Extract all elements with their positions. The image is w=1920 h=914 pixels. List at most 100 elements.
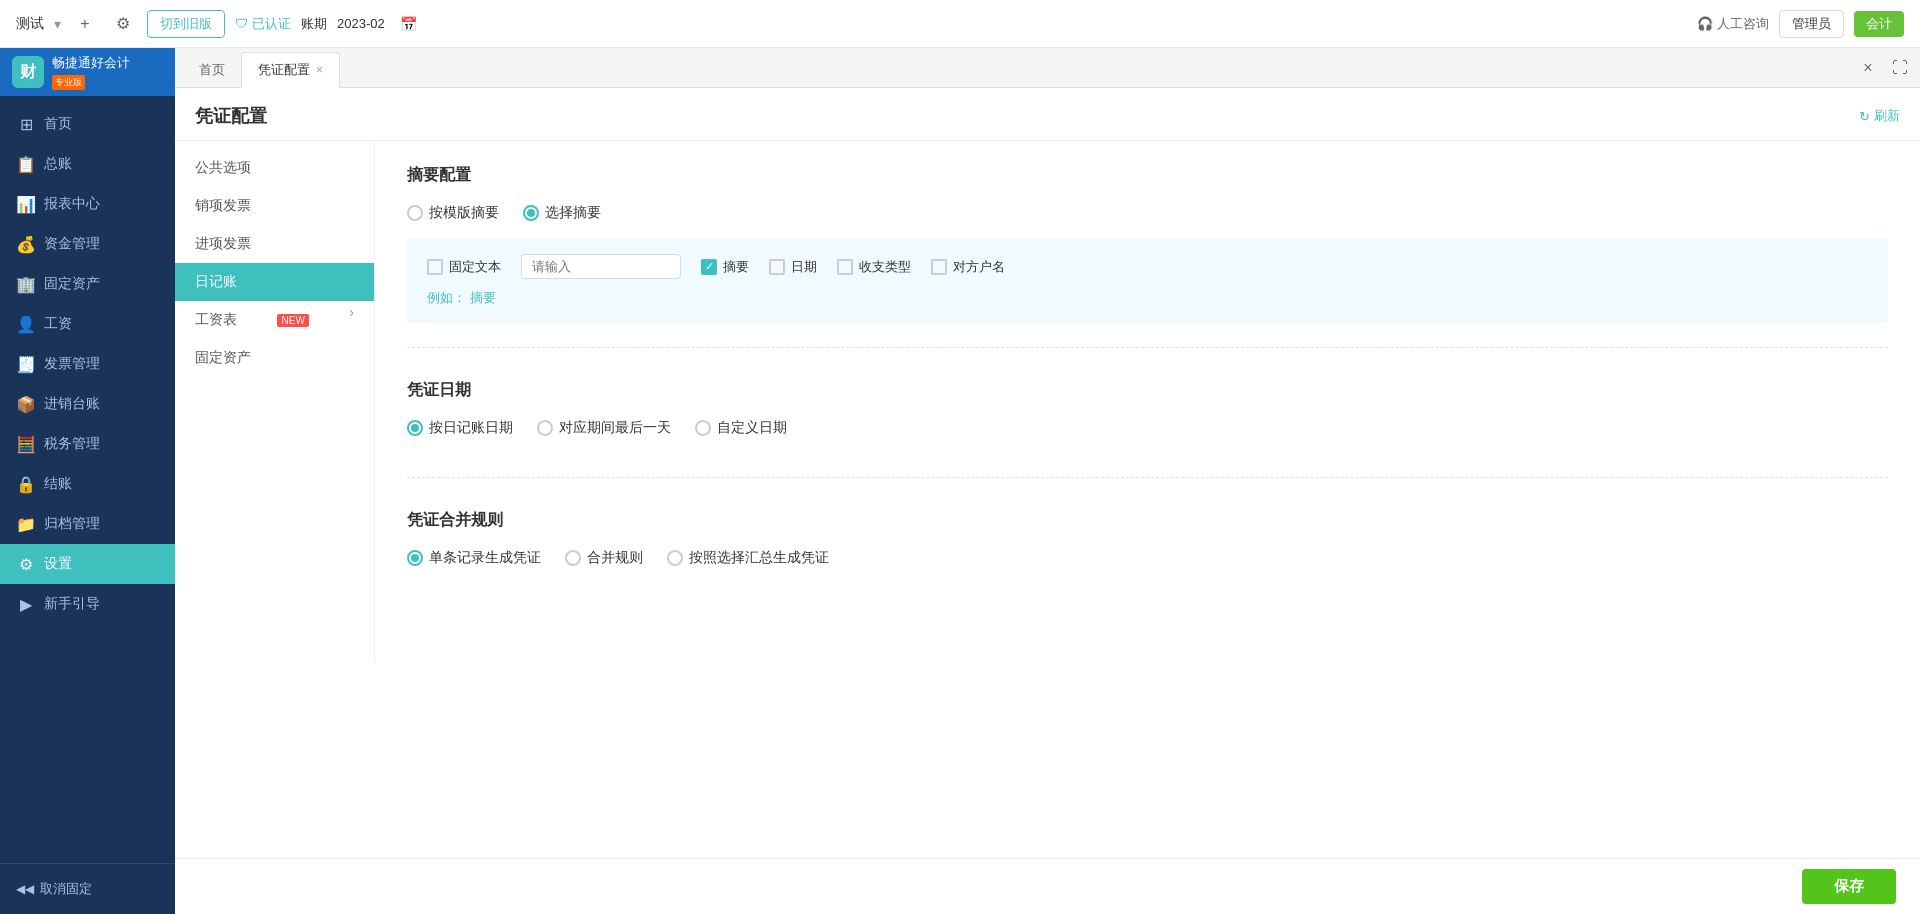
user-button[interactable]: 管理员: [1779, 10, 1844, 38]
sidebar-item-label: 总账: [44, 155, 72, 173]
sidebar-item-reports[interactable]: 📊 报表中心: [0, 184, 175, 224]
tab-home-label: 首页: [199, 61, 225, 79]
voucher-date-title: 凭证日期: [407, 380, 1888, 401]
voucher-date-radio-group: 按日记账日期 对应期间最后一天 自定义日期: [407, 419, 1888, 437]
left-nav-public[interactable]: 公共选项: [175, 149, 374, 187]
sidebar-scroll: ⊞ 首页 📋 总账 📊 报表中心 💰 资金管理 🏢 固定资产 👤 工资: [0, 96, 175, 863]
sidebar-item-sales-ledger[interactable]: 📦 进销台账: [0, 384, 175, 424]
radio-circle-period-last: [537, 420, 553, 436]
sidebar-item-label: 结账: [44, 475, 72, 493]
assets-icon: 🏢: [16, 274, 36, 294]
sidebar-item-home[interactable]: ⊞ 首页: [0, 104, 175, 144]
merge-select-merge-label: 按照选择汇总生成凭证: [689, 549, 829, 567]
voucher-date-period-last-label: 对应期间最后一天: [559, 419, 671, 437]
sidebar-item-label: 工资: [44, 315, 72, 333]
left-nav-journal[interactable]: 日记账: [175, 263, 374, 301]
checkbox-fixed-text[interactable]: 固定文本: [427, 258, 501, 276]
sidebar-item-guide[interactable]: ▶ 新手引导: [0, 584, 175, 624]
left-nav-public-label: 公共选项: [195, 159, 251, 175]
company-title: 测试: [16, 15, 44, 33]
left-nav-fixed-assets-label: 固定资产: [195, 349, 251, 365]
settings-icon: ⚙: [16, 554, 36, 574]
sidebar-item-funds[interactable]: 💰 资金管理: [0, 224, 175, 264]
checkbox-summary[interactable]: 摘要: [701, 258, 749, 276]
sidebar-item-salary[interactable]: 👤 工资: [0, 304, 175, 344]
voucher-date-radio-custom[interactable]: 自定义日期: [695, 419, 787, 437]
close-icon: 🔒: [16, 474, 36, 494]
pin-label: 取消固定: [40, 880, 92, 898]
sidebar-item-ledger[interactable]: 📋 总账: [0, 144, 175, 184]
sidebar-item-archive[interactable]: 📁 归档管理: [0, 504, 175, 544]
logo-icon: 财: [12, 56, 44, 88]
role-button[interactable]: 会计: [1854, 11, 1904, 37]
page-inner: 凭证配置 ↻ 刷新 公共选项 销项发票: [175, 88, 1920, 858]
sidebar-item-label: 资金管理: [44, 235, 100, 253]
pin-button[interactable]: ◀◀ 取消固定: [0, 872, 175, 906]
checkbox-income-type[interactable]: 收支类型: [837, 258, 911, 276]
save-button[interactable]: 保存: [1802, 869, 1896, 904]
merge-rules-title: 凭证合并规则: [407, 510, 1888, 531]
sidebar-item-assets[interactable]: 🏢 固定资产: [0, 264, 175, 304]
merge-rules-radio-group: 单条记录生成凭证 合并规则 按照选择汇总生成凭证: [407, 549, 1888, 567]
summary-radio-template-label: 按模版摘要: [429, 204, 499, 222]
tab-home[interactable]: 首页: [183, 53, 241, 87]
checkbox-counterpart-label: 对方户名: [953, 258, 1005, 276]
sidebar-item-tax[interactable]: 🧮 税务管理: [0, 424, 175, 464]
period-value: 2023-02: [337, 16, 385, 31]
add-icon[interactable]: +: [71, 10, 99, 38]
sales-ledger-icon: 📦: [16, 394, 36, 414]
left-nav-fixed-assets[interactable]: 固定资产: [175, 339, 374, 377]
guide-icon: ▶: [16, 594, 36, 614]
switch-version-button[interactable]: 切到旧版: [147, 10, 225, 38]
tab-fullscreen-button[interactable]: ⛶: [1888, 56, 1912, 80]
inner-layout: 公共选项 销项发票 进项发票 日记账 工资表 NEW: [175, 141, 1920, 663]
voucher-date-radio-journal[interactable]: 按日记账日期: [407, 419, 513, 437]
radio-circle-journal-date: [407, 420, 423, 436]
voucher-date-radio-period-last[interactable]: 对应期间最后一天: [537, 419, 671, 437]
sidebar-item-label: 进销台账: [44, 395, 100, 413]
left-nav-payroll[interactable]: 工资表 NEW ›: [175, 301, 374, 339]
summary-box: 固定文本 摘要 日期: [407, 238, 1888, 323]
funds-icon: 💰: [16, 234, 36, 254]
left-nav-purchase-invoice[interactable]: 进项发票: [175, 225, 374, 263]
merge-radio-select-merge[interactable]: 按照选择汇总生成凭证: [667, 549, 829, 567]
service-button[interactable]: 🎧 人工咨询: [1697, 15, 1769, 33]
summary-radio-select[interactable]: 选择摘要: [523, 204, 601, 222]
example-prefix: 例如：: [427, 290, 466, 305]
refresh-label: 刷新: [1874, 107, 1900, 125]
summary-options: 固定文本 摘要 日期: [427, 254, 1868, 279]
calendar-icon[interactable]: 📅: [395, 10, 423, 38]
fixed-text-input[interactable]: [521, 254, 681, 279]
refresh-button[interactable]: ↻ 刷新: [1859, 107, 1900, 125]
new-badge: NEW: [277, 314, 308, 327]
tab-close-icon[interactable]: ×: [316, 63, 323, 77]
sidebar-item-label: 发票管理: [44, 355, 100, 373]
merge-radio-single[interactable]: 单条记录生成凭证: [407, 549, 541, 567]
sidebar-item-label: 新手引导: [44, 595, 100, 613]
checkbox-fixed-text-label: 固定文本: [449, 258, 501, 276]
left-nav-sales-invoice[interactable]: 销项发票: [175, 187, 374, 225]
left-nav: 公共选项 销项发票 进项发票 日记账 工资表 NEW: [175, 141, 375, 663]
checkbox-counterpart[interactable]: 对方户名: [931, 258, 1005, 276]
sidebar-item-label: 税务管理: [44, 435, 100, 453]
sidebar-item-settings[interactable]: ⚙ 设置: [0, 544, 175, 584]
gear-icon[interactable]: ⚙: [109, 10, 137, 38]
sidebar-item-close[interactable]: 🔒 结账: [0, 464, 175, 504]
summary-radio-select-label: 选择摘要: [545, 204, 601, 222]
checkbox-summary-label: 摘要: [723, 258, 749, 276]
tab-actions: × ⛶: [1856, 56, 1912, 80]
sidebar-item-invoice-mgmt[interactable]: 🧾 发票管理: [0, 344, 175, 384]
checkbox-date[interactable]: 日期: [769, 258, 817, 276]
merge-radio-merge[interactable]: 合并规则: [565, 549, 643, 567]
radio-circle-custom-date: [695, 420, 711, 436]
top-bar: 测试 ▾ + ⚙ 切到旧版 🛡 已认证 账期 2023-02 📅 🎧 人工咨询 …: [0, 0, 1920, 48]
summary-radio-group: 按模版摘要 选择摘要: [407, 204, 1888, 222]
tab-close-button[interactable]: ×: [1856, 56, 1880, 80]
left-nav-purchase-invoice-label: 进项发票: [195, 235, 251, 251]
summary-radio-template[interactable]: 按模版摘要: [407, 204, 499, 222]
sidebar-bottom: ◀◀ 取消固定: [0, 863, 175, 914]
company-arrow[interactable]: ▾: [54, 16, 61, 32]
sidebar: 财 畅捷通好会计 专业版 ⊞ 首页 📋 总账 📊 报表中心 💰 资金管理: [0, 48, 175, 914]
tab-voucher-config[interactable]: 凭证配置 ×: [241, 52, 340, 88]
archive-icon: 📁: [16, 514, 36, 534]
